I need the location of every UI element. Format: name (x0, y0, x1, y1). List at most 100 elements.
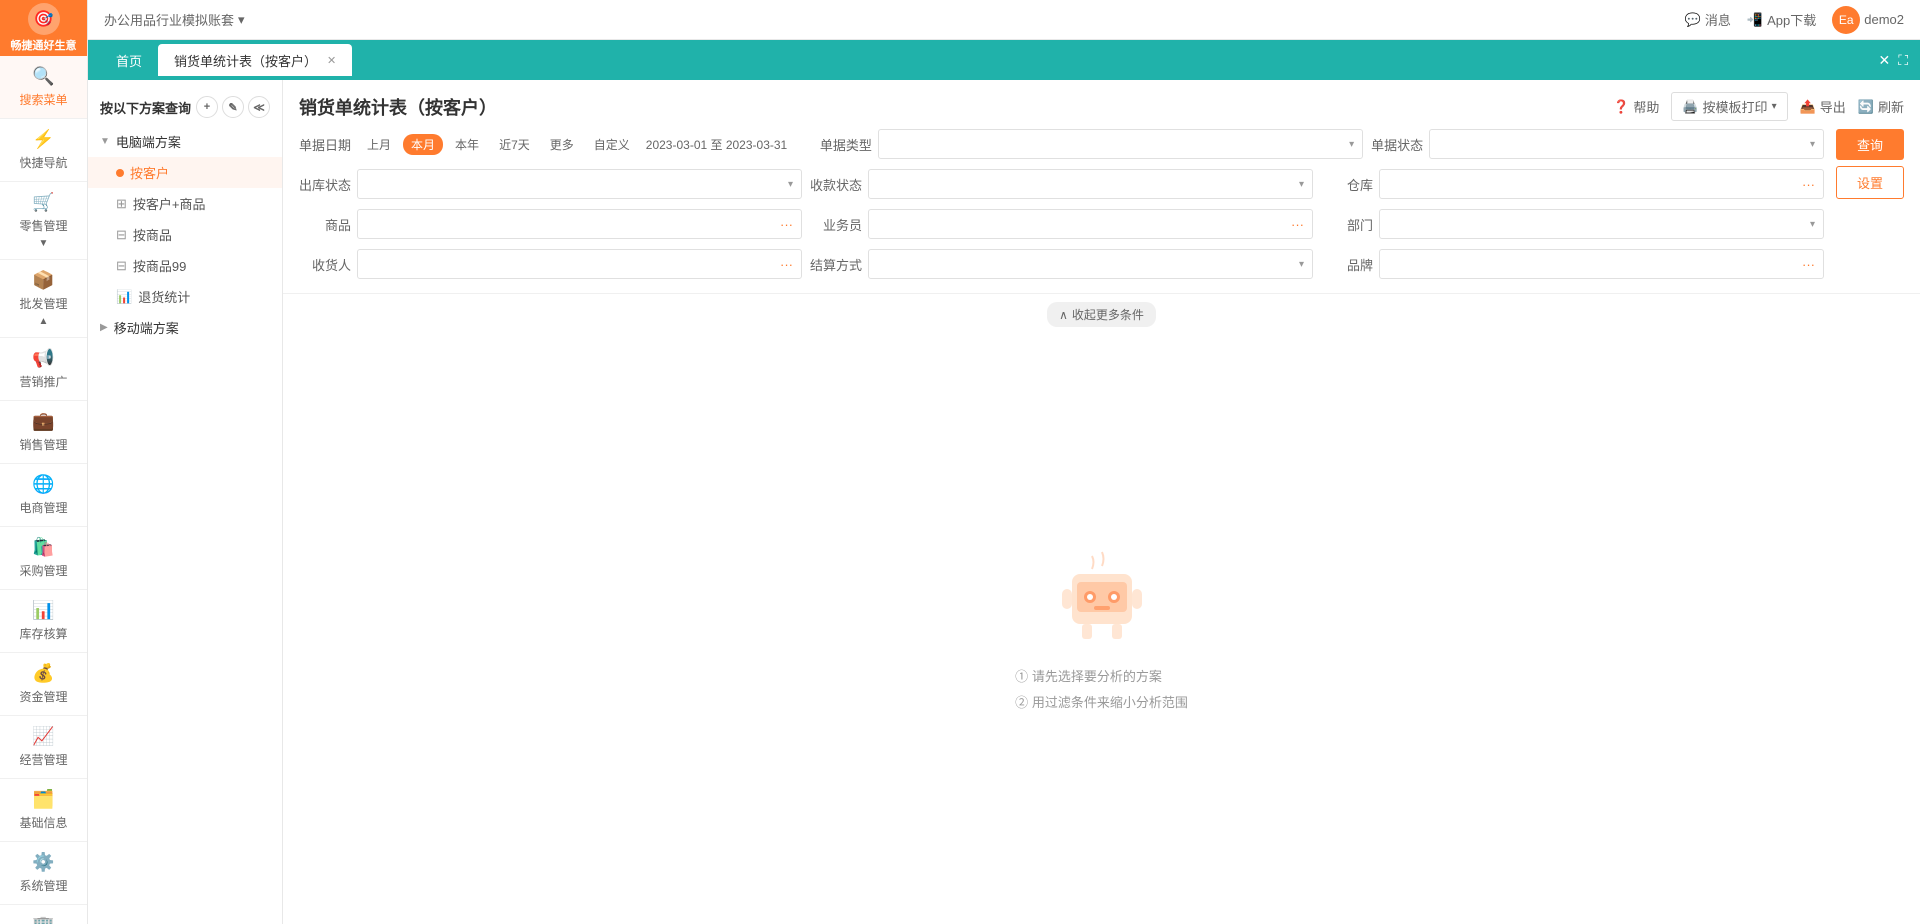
sidebar-item-ops[interactable]: 📈 经营管理 (0, 716, 88, 779)
tab-home-label: 首页 (116, 51, 142, 70)
filter-fields: 单据日期 上月 本月 本年 近7天 更多 自定义 2023-03-01 至 20… (299, 129, 1824, 289)
goods-group: 商品 ··· (299, 209, 802, 239)
refresh-button[interactable]: 🔄 刷新 (1858, 97, 1904, 116)
sidebar-ops-label: 经营管理 (19, 751, 67, 768)
sidebar-item-retail[interactable]: 🛒 零售管理 ▼ (0, 182, 88, 260)
receiver-group: 收货人 ··· (299, 249, 802, 279)
left-panel: 按以下方案查询 + ✎ ≪ ▼ 电脑端方案 (88, 80, 283, 924)
tree-collapsed-icon: ▶ (100, 322, 108, 333)
sidebar-item-enterprise[interactable]: 🏢 企业协同 (0, 905, 88, 924)
order-type-select[interactable]: ▾ (878, 129, 1363, 159)
help-button[interactable]: ❓ 帮助 (1613, 97, 1659, 116)
date-tab-this-year[interactable]: 本年 (447, 134, 487, 155)
salesperson-input[interactable]: ··· (868, 209, 1313, 239)
purchase-icon: 🛍️ (32, 537, 54, 558)
user-name: demo2 (1864, 12, 1904, 27)
date-tab-7days[interactable]: 近7天 (491, 134, 538, 155)
account-selector[interactable]: 办公用品行业模拟账套 ▾ (104, 10, 245, 29)
basic-icon: 🗂️ (32, 789, 54, 810)
warehouse-label: 仓库 (1321, 175, 1373, 194)
sidebar-finance-label: 资金管理 (19, 688, 67, 705)
sidebar-item-marketing[interactable]: 📢 营销推广 (0, 338, 88, 401)
filter-row-4: 收货人 ··· 结算方式 ▾ (299, 249, 1824, 279)
refresh-label: 刷新 (1878, 97, 1904, 116)
settings-button[interactable]: 设置 (1836, 166, 1904, 199)
sidebar-item-sales[interactable]: 💼 销售管理 (0, 401, 88, 464)
message-button[interactable]: 💬 消息 (1685, 10, 1731, 29)
bar-icon: 📊 (116, 289, 132, 305)
warehouse-dots: ··· (1802, 177, 1815, 192)
user-menu[interactable]: Ea demo2 (1832, 6, 1904, 34)
user-avatar: Ea (1832, 6, 1860, 34)
sidebar-item-basic[interactable]: 🗂️ 基础信息 (0, 779, 88, 842)
receiver-input[interactable]: ··· (357, 249, 802, 279)
tree-item-customer-goods[interactable]: ⊞ 按客户+商品 (88, 188, 282, 219)
order-status-arrow: ▾ (1810, 139, 1815, 150)
collapse-panel-button[interactable]: ≪ (248, 96, 270, 118)
tree-item-label: 按客户 (130, 163, 169, 182)
close-window-icon[interactable]: ✕ (1878, 52, 1890, 69)
collapse-conditions-button[interactable]: ∧ 收起更多条件 (1047, 302, 1156, 327)
tree-item-by-customer[interactable]: 按客户 (88, 157, 282, 188)
app-name: 畅捷通好生意 (11, 37, 77, 53)
tree-item-return-stats[interactable]: 📊 退货统计 (88, 281, 282, 312)
date-label: 单据日期 (299, 135, 351, 154)
sidebar-item-wholesale[interactable]: 📦 批发管理 ▲ (0, 260, 88, 338)
warehouse-input[interactable]: ··· (1379, 169, 1824, 199)
system-icon: ⚙️ (32, 852, 54, 873)
goods-input[interactable]: ··· (357, 209, 802, 239)
date-tab-custom[interactable]: 自定义 (586, 134, 638, 155)
sidebar-item-ecommerce[interactable]: 🌐 电商管理 (0, 464, 88, 527)
date-tab-this-month[interactable]: 本月 (403, 134, 443, 155)
hint1-text: 请先选择要分析的方案 (1032, 669, 1162, 684)
tab-bar: 首页 销货单统计表（按客户） ✕ ✕ ⛶ (88, 40, 1920, 80)
brand-input[interactable]: ··· (1379, 249, 1824, 279)
tree-item-label: 退货统计 (138, 287, 190, 306)
empty-hint-2: ② 用过滤条件来缩小分析范围 (1015, 690, 1188, 716)
sidebar-item-purchase[interactable]: 🛍️ 采购管理 (0, 527, 88, 590)
tree-item-goods99[interactable]: ⊟ 按商品99 (88, 250, 282, 281)
sales-icon: 💼 (32, 411, 54, 432)
sidebar-ecommerce-label: 电商管理 (19, 499, 67, 516)
edit-scheme-button[interactable]: ✎ (222, 96, 244, 118)
order-status-select[interactable]: ▾ (1429, 129, 1824, 159)
page-title: 销货单统计表（按客户） (299, 94, 497, 120)
date-tab-more[interactable]: 更多 (542, 134, 582, 155)
brand-group: 品牌 ··· (1321, 249, 1824, 279)
out-status-select[interactable]: ▾ (357, 169, 802, 199)
tab-sales-stats[interactable]: 销货单统计表（按客户） ✕ (158, 44, 352, 76)
sidebar-inventory-label: 库存核算 (19, 625, 67, 642)
tree-item-by-goods[interactable]: ⊟ 按商品 (88, 219, 282, 250)
tab-home[interactable]: 首页 (100, 44, 158, 76)
export-button[interactable]: 📤 导出 (1800, 97, 1846, 116)
tab-actions: ✕ ⛶ (1878, 52, 1908, 69)
sidebar-item-quicknav[interactable]: ⚡ 快捷导航 (0, 119, 88, 182)
print-label: 按模板打印 (1703, 97, 1768, 116)
sidebar-item-inventory[interactable]: 📊 库存核算 (0, 590, 88, 653)
print-button[interactable]: 🖨️ 按模板打印 ▾ (1671, 92, 1787, 121)
help-label: 帮助 (1633, 97, 1659, 116)
app-download-button[interactable]: 📲 App下载 (1747, 10, 1816, 29)
export-icon: 📤 (1800, 99, 1816, 115)
tab-close-icon[interactable]: ✕ (327, 54, 336, 67)
query-button[interactable]: 查询 (1836, 129, 1904, 160)
empty-illustration (1042, 544, 1162, 644)
payment-select[interactable]: ▾ (868, 249, 1313, 279)
tree-group-mobile[interactable]: ▶ 移动端方案 (88, 312, 282, 343)
receiver-label: 收货人 (299, 255, 351, 274)
receipt-status-select[interactable]: ▾ (868, 169, 1313, 199)
sidebar-item-search[interactable]: 🔍 搜索菜单 (0, 56, 88, 119)
logo-icon: 🎯 (28, 3, 60, 35)
sidebar-item-finance[interactable]: 💰 资金管理 (0, 653, 88, 716)
maximize-icon[interactable]: ⛶ (1898, 52, 1908, 69)
ops-icon: 📈 (32, 726, 54, 747)
sidebar: 🎯 畅捷通好生意 🔍 搜索菜单 ⚡ 快捷导航 🛒 零售管理 ▼ 📦 批发管理 ▲… (0, 0, 88, 924)
collapse-icon: ≪ (253, 101, 265, 114)
filter-row-3: 商品 ··· 业务员 ··· 部门 (299, 209, 1824, 239)
dept-select[interactable]: ▾ (1379, 209, 1824, 239)
sidebar-item-system[interactable]: ⚙️ 系统管理 (0, 842, 88, 905)
add-scheme-button[interactable]: + (196, 96, 218, 118)
out-status-label: 出库状态 (299, 175, 351, 194)
date-tab-last-month[interactable]: 上月 (359, 134, 399, 155)
tree-group-desktop[interactable]: ▼ 电脑端方案 (88, 126, 282, 157)
